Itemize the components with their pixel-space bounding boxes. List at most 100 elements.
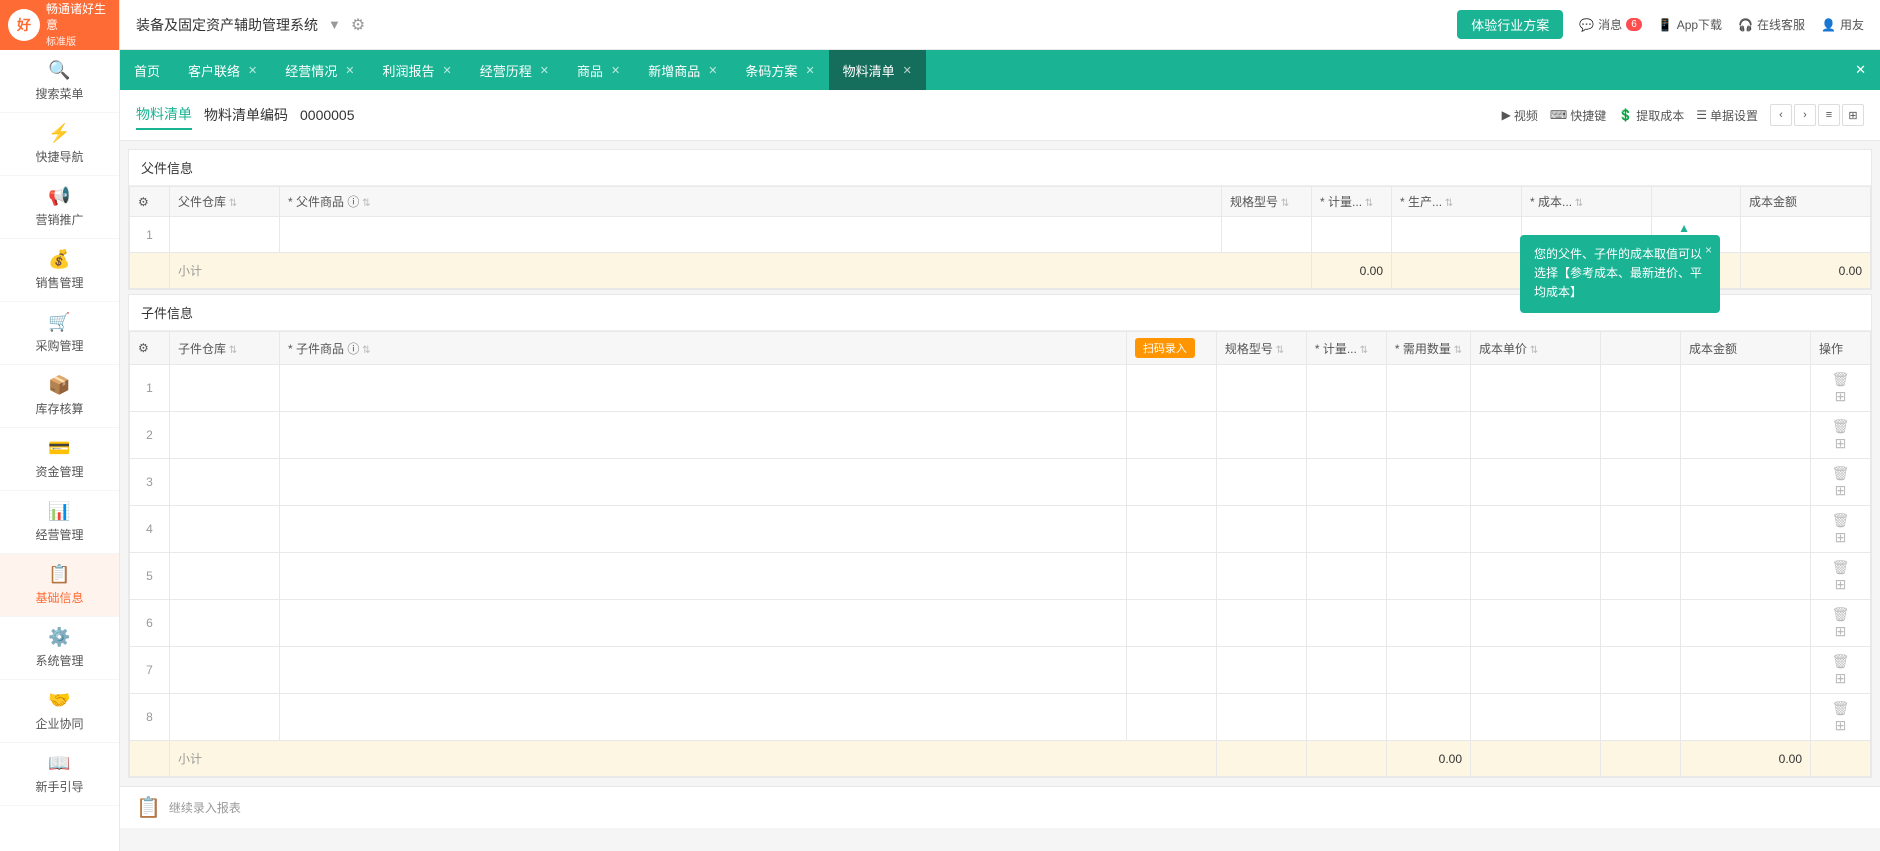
settings-button[interactable]: ☰ 单据设置 bbox=[1696, 107, 1758, 124]
child-qty-2[interactable] bbox=[1386, 412, 1470, 459]
copy-icon-8[interactable]: ⊞ bbox=[1835, 717, 1847, 733]
tab-profit[interactable]: 利润报告 ✕ bbox=[368, 50, 465, 90]
delete-icon-6[interactable]: 🗑 bbox=[1832, 606, 1850, 622]
tab-customer-close[interactable]: ✕ bbox=[248, 64, 257, 77]
th-parent-product[interactable]: * 父件商品 ⓘ bbox=[280, 187, 1222, 217]
child-scan-8[interactable] bbox=[1126, 694, 1216, 741]
child-unit-1[interactable] bbox=[1306, 365, 1386, 412]
child-product-4[interactable] bbox=[280, 506, 1127, 553]
copy-icon-2[interactable]: ⊞ bbox=[1835, 435, 1847, 451]
child-warehouse-8[interactable] bbox=[170, 694, 280, 741]
tab-bom[interactable]: 物料清单 ✕ bbox=[829, 50, 926, 90]
delete-icon-8[interactable]: 🗑 bbox=[1832, 700, 1850, 716]
child-qty-4[interactable] bbox=[1386, 506, 1470, 553]
gear-icon[interactable]: ⚙ bbox=[351, 15, 365, 35]
child-scan-6[interactable] bbox=[1126, 600, 1216, 647]
child-qty-1[interactable] bbox=[1386, 365, 1470, 412]
child-spec-8[interactable] bbox=[1216, 694, 1306, 741]
scan-button[interactable]: 扫码录入 bbox=[1135, 338, 1195, 358]
sidebar-item-purchase[interactable]: 🛒 采购管理 bbox=[0, 302, 119, 365]
sidebar-item-inventory[interactable]: 📦 库存核算 bbox=[0, 365, 119, 428]
child-unitcost-8[interactable] bbox=[1471, 694, 1601, 741]
child-unitcost-3[interactable] bbox=[1471, 459, 1601, 506]
child-scan-1[interactable] bbox=[1126, 365, 1216, 412]
child-spec-6[interactable] bbox=[1216, 600, 1306, 647]
parent-produce-1[interactable] bbox=[1392, 217, 1522, 253]
grid-view-button[interactable]: ⊞ bbox=[1842, 104, 1864, 126]
child-spec-4[interactable] bbox=[1216, 506, 1306, 553]
parent-warehouse-1[interactable] bbox=[170, 217, 280, 253]
child-product-7[interactable] bbox=[280, 647, 1127, 694]
child-unit-2[interactable] bbox=[1306, 412, 1386, 459]
cost-button[interactable]: 💲 提取成本 bbox=[1618, 107, 1684, 124]
child-unitcost-4[interactable] bbox=[1471, 506, 1601, 553]
th-child-spec[interactable]: 规格型号 bbox=[1216, 332, 1306, 365]
sidebar-item-management[interactable]: 📊 经营管理 bbox=[0, 491, 119, 554]
child-spec-7[interactable] bbox=[1216, 647, 1306, 694]
app-download-button[interactable]: 📱 App下载 bbox=[1658, 16, 1722, 33]
copy-icon-1[interactable]: ⊞ bbox=[1835, 388, 1847, 404]
child-qty-7[interactable] bbox=[1386, 647, 1470, 694]
copy-icon-5[interactable]: ⊞ bbox=[1835, 576, 1847, 592]
parent-unit-1[interactable] bbox=[1312, 217, 1392, 253]
child-amount-4[interactable] bbox=[1681, 506, 1811, 553]
th-parent-produce[interactable]: * 生产... bbox=[1392, 187, 1522, 217]
tab-operations[interactable]: 经营情况 ✕ bbox=[271, 50, 368, 90]
th-child-warehouse[interactable]: 子件仓库 bbox=[170, 332, 280, 365]
sidebar-item-sales[interactable]: 💰 销售管理 bbox=[0, 239, 119, 302]
child-unit-5[interactable] bbox=[1306, 553, 1386, 600]
parent-amount-1[interactable] bbox=[1741, 217, 1871, 253]
copy-icon-6[interactable]: ⊞ bbox=[1835, 623, 1847, 639]
prev-button[interactable]: ‹ bbox=[1770, 104, 1792, 126]
child-amount-7[interactable] bbox=[1681, 647, 1811, 694]
message-button[interactable]: 💬 消息 6 bbox=[1579, 16, 1642, 33]
sidebar-item-quick[interactable]: ⚡ 快捷导航 bbox=[0, 113, 119, 176]
tab-bom-close[interactable]: ✕ bbox=[903, 64, 912, 77]
view-button[interactable]: ▶ 视频 bbox=[1502, 107, 1538, 124]
copy-icon-3[interactable]: ⊞ bbox=[1835, 482, 1847, 498]
child-product-2[interactable] bbox=[280, 412, 1127, 459]
child-unitcost-1[interactable] bbox=[1471, 365, 1601, 412]
trial-button[interactable]: 体验行业方案 bbox=[1457, 10, 1563, 39]
child-spec-3[interactable] bbox=[1216, 459, 1306, 506]
child-product-3[interactable] bbox=[280, 459, 1127, 506]
delete-icon-1[interactable]: 🗑 bbox=[1832, 371, 1850, 387]
th-child-unit[interactable]: * 计量... bbox=[1306, 332, 1386, 365]
delete-icon-2[interactable]: 🗑 bbox=[1832, 418, 1850, 434]
tab-profit-close[interactable]: ✕ bbox=[443, 64, 452, 77]
child-product-8[interactable] bbox=[280, 694, 1127, 741]
child-unit-8[interactable] bbox=[1306, 694, 1386, 741]
th-child-qty[interactable]: * 需用数量 bbox=[1386, 332, 1470, 365]
th-parent-settings[interactable]: ⚙ bbox=[130, 187, 170, 217]
sidebar-item-guide[interactable]: 📖 新手引导 bbox=[0, 743, 119, 806]
delete-icon-4[interactable]: 🗑 bbox=[1832, 512, 1850, 528]
tab-history[interactable]: 经营历程 ✕ bbox=[466, 50, 563, 90]
child-warehouse-6[interactable] bbox=[170, 600, 280, 647]
th-child-unitcost[interactable]: 成本单价 bbox=[1471, 332, 1601, 365]
child-unit-6[interactable] bbox=[1306, 600, 1386, 647]
th-parent-unit[interactable]: * 计量... bbox=[1312, 187, 1392, 217]
child-spec-2[interactable] bbox=[1216, 412, 1306, 459]
child-qty-3[interactable] bbox=[1386, 459, 1470, 506]
child-spec-1[interactable] bbox=[1216, 365, 1306, 412]
page-tab-bom[interactable]: 物料清单 bbox=[136, 100, 192, 130]
tab-history-close[interactable]: ✕ bbox=[540, 64, 549, 77]
child-product-5[interactable] bbox=[280, 553, 1127, 600]
child-unitcost-5[interactable] bbox=[1471, 553, 1601, 600]
tooltip-close-button[interactable]: × bbox=[1705, 241, 1712, 260]
sidebar-item-system[interactable]: ⚙️ 系统管理 bbox=[0, 617, 119, 680]
expand-icon[interactable]: ▼ bbox=[328, 17, 341, 32]
online-service-button[interactable]: 🎧 在线客服 bbox=[1738, 16, 1805, 33]
tab-barcode-close[interactable]: ✕ bbox=[805, 64, 814, 77]
child-scan-2[interactable] bbox=[1126, 412, 1216, 459]
child-warehouse-4[interactable] bbox=[170, 506, 280, 553]
copy-icon-7[interactable]: ⊞ bbox=[1835, 670, 1847, 686]
child-qty-8[interactable] bbox=[1386, 694, 1470, 741]
child-unit-4[interactable] bbox=[1306, 506, 1386, 553]
child-amount-8[interactable] bbox=[1681, 694, 1811, 741]
child-qty-6[interactable] bbox=[1386, 600, 1470, 647]
tab-new-product[interactable]: 新增商品 ✕ bbox=[634, 50, 731, 90]
child-spec-5[interactable] bbox=[1216, 553, 1306, 600]
child-scan-4[interactable] bbox=[1126, 506, 1216, 553]
child-amount-6[interactable] bbox=[1681, 600, 1811, 647]
